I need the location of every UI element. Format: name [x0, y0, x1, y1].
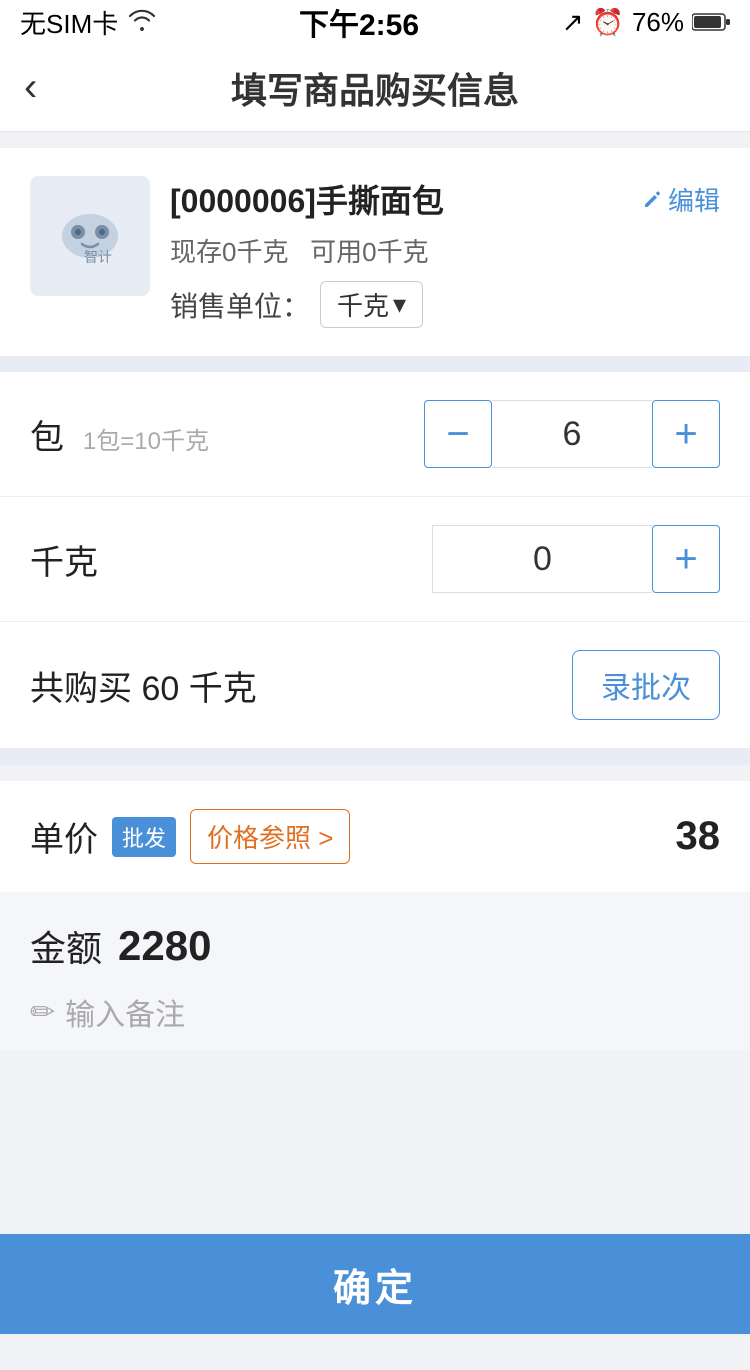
total-label: 共购买 60 千克 [30, 661, 257, 710]
status-right: ↗ ⏰ 76% [562, 7, 730, 38]
divider-1 [0, 356, 750, 372]
bao-input[interactable] [492, 400, 652, 468]
batch-button[interactable]: 录批次 [572, 650, 720, 720]
product-thumbnail: 智计 [30, 176, 150, 296]
price-section: 单价 批发 价格参照 > 38 [0, 781, 750, 892]
bao-decrement-button[interactable]: − [424, 400, 492, 468]
status-bar: 无SIM卡 下午2:56 ↗ ⏰ 76% [0, 0, 750, 44]
qianke-input[interactable] [432, 525, 652, 593]
carrier-label: 无SIM卡 [20, 4, 118, 41]
battery-percent: 76% [632, 7, 684, 38]
nav-bar: ‹ 填写商品购买信息 [0, 44, 750, 132]
back-button[interactable]: ‹ [24, 65, 37, 110]
edit-button[interactable]: 编辑 [642, 181, 720, 218]
qianke-input-row: 千克 + [0, 497, 750, 622]
price-row: 单价 批发 价格参照 > 38 [30, 809, 720, 864]
product-unit-row: 销售单位： 千克 ▾ [170, 281, 720, 328]
product-info: [0000006]手撕面包 编辑 现存0千克 可用0千克 销售单位： 千克 ▾ [170, 176, 720, 328]
status-left: 无SIM卡 [20, 4, 156, 41]
wifi-icon [128, 7, 156, 38]
price-label: 单价 [30, 812, 98, 861]
amount-label: 金额 [30, 920, 102, 972]
bao-input-row: 包 1包=10千克 − + [0, 372, 750, 497]
product-name: [0000006]手撕面包 [170, 176, 444, 222]
divider-2 [0, 749, 750, 765]
product-card: 智计 [0000006]手撕面包 编辑 现存0千克 可用0千克 销售单位： 千克… [0, 148, 750, 356]
qianke-label: 千克 [30, 535, 98, 584]
note-row[interactable]: ✏ 输入备注 [30, 990, 720, 1034]
amount-section: 金额 2280 ✏ 输入备注 [0, 892, 750, 1050]
alarm-icon: ⏰ [592, 7, 624, 38]
page-title: 填写商品购买信息 [231, 62, 519, 114]
price-ref-button[interactable]: 价格参照 > [190, 809, 350, 864]
status-time: 下午2:56 [299, 0, 419, 44]
product-stock: 现存0千克 可用0千克 [170, 232, 720, 269]
price-value: 38 [676, 814, 721, 859]
pifa-badge: 批发 [112, 817, 176, 857]
total-row: 共购买 60 千克 录批次 [0, 622, 750, 749]
amount-row: 金额 2280 [30, 920, 720, 972]
unit-select[interactable]: 千克 ▾ [320, 281, 423, 328]
bao-label: 包 [30, 419, 64, 457]
qianke-increment-button[interactable]: + [652, 525, 720, 593]
bao-increment-button[interactable]: + [652, 400, 720, 468]
bao-label-group: 包 1包=10千克 [30, 410, 209, 459]
price-label-group: 单价 批发 价格参照 > [30, 809, 350, 864]
svg-text:智计: 智计 [84, 249, 112, 265]
amount-value: 2280 [118, 922, 211, 970]
dropdown-icon: ▾ [393, 289, 406, 320]
bao-stepper: − + [424, 400, 720, 468]
note-placeholder: 输入备注 [65, 990, 185, 1034]
note-icon: ✏ [30, 995, 55, 1030]
bao-hint: 1包=10千克 [83, 428, 209, 455]
qianke-stepper: + [432, 525, 720, 593]
battery-icon [692, 7, 730, 38]
confirm-button[interactable]: 确定 [0, 1234, 750, 1334]
location-icon: ↗ [562, 7, 584, 38]
